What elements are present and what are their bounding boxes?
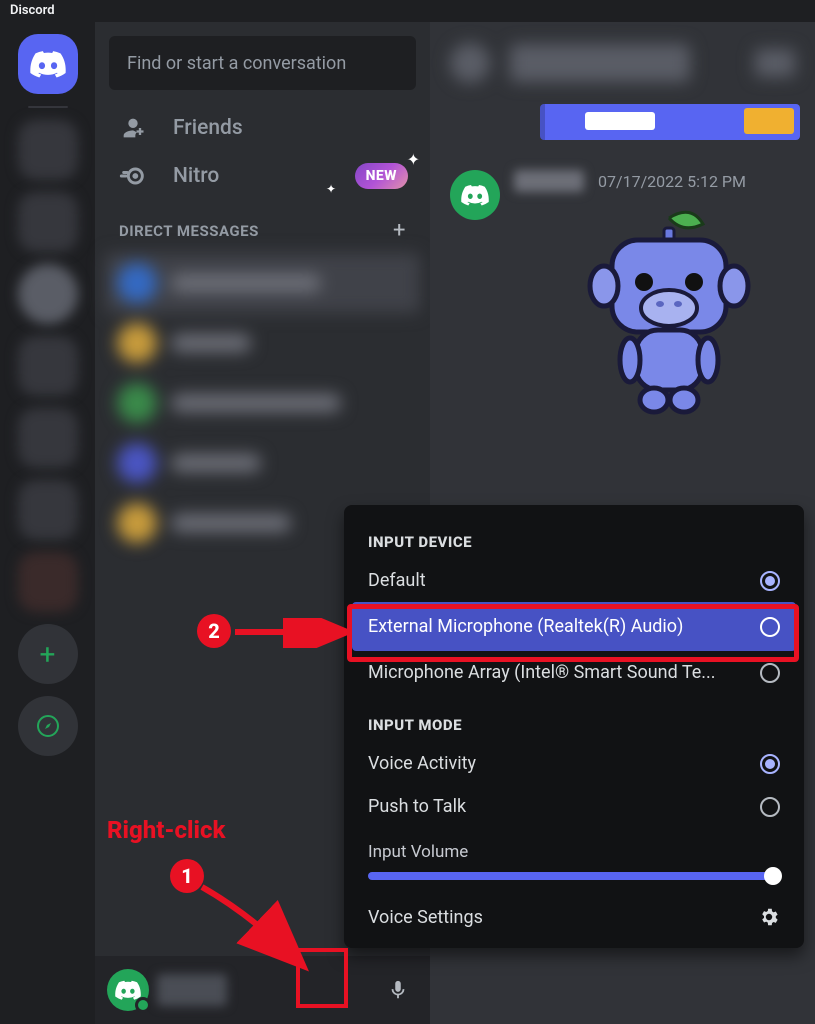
option-label: Voice Activity [368, 753, 476, 774]
search-placeholder: Find or start a conversation [127, 53, 346, 74]
add-server-button[interactable]: + [18, 624, 78, 684]
input-mode-voice-activity[interactable]: Voice Activity [344, 742, 804, 785]
discord-logo-icon [461, 184, 489, 206]
search-input[interactable]: Find or start a conversation [109, 36, 416, 90]
friends-label: Friends [173, 116, 243, 140]
message-username[interactable] [514, 170, 584, 192]
main-header [430, 22, 815, 104]
dm-item[interactable] [105, 253, 420, 313]
voice-settings-item[interactable]: Voice Settings [344, 894, 804, 932]
dm-header: DIRECT MESSAGES + [95, 200, 430, 253]
input-volume-label: Input Volume [344, 828, 804, 868]
nitro-nav[interactable]: Nitro NEW ✦ ✦ [95, 152, 430, 200]
message-row: 07/17/2022 5:12 PM [450, 170, 795, 424]
discord-logo-icon [30, 50, 66, 78]
discord-logo-icon [115, 980, 141, 1000]
dm-item[interactable] [105, 313, 420, 373]
annotation-arrow-2 [231, 618, 351, 648]
gear-icon [758, 906, 780, 928]
server-item[interactable] [18, 264, 78, 324]
dm-header-label: DIRECT MESSAGES [119, 222, 259, 240]
sparkle-icon: ✦ [407, 150, 420, 169]
friends-icon [115, 114, 151, 142]
dm-item[interactable] [105, 433, 420, 493]
option-label: Push to Talk [368, 796, 466, 817]
option-label: Microphone Array (Intel® Smart Sound Te.… [368, 662, 715, 683]
message-avatar[interactable] [450, 170, 500, 220]
message-attachment[interactable] [574, 210, 764, 424]
input-device-option-default[interactable]: Default [344, 559, 804, 602]
radio-icon [760, 754, 780, 774]
voice-settings-label: Voice Settings [368, 907, 483, 928]
radio-icon [760, 797, 780, 817]
input-device-option-array[interactable]: Microphone Array (Intel® Smart Sound Te.… [344, 651, 804, 694]
server-item[interactable] [18, 336, 78, 396]
server-item[interactable] [18, 120, 78, 180]
server-rail: + [0, 22, 95, 1024]
input-mode-push-to-talk[interactable]: Push to Talk [344, 785, 804, 828]
annotation-marker-2: 2 [197, 614, 231, 648]
friends-nav[interactable]: Friends [95, 104, 430, 152]
status-indicator [135, 997, 151, 1013]
input-volume-slider[interactable] [344, 868, 804, 894]
user-avatar[interactable] [107, 969, 149, 1011]
explore-button[interactable] [18, 696, 78, 756]
nitro-label: Nitro [173, 164, 219, 188]
radio-icon [760, 571, 780, 591]
option-label: Default [368, 570, 426, 591]
server-item[interactable] [18, 480, 78, 540]
nitro-icon [115, 162, 151, 190]
home-button[interactable] [18, 34, 78, 94]
compass-icon [36, 714, 60, 738]
dm-item[interactable] [105, 373, 420, 433]
annotation-arrow-1 [188, 873, 328, 983]
option-label: External Microphone (Realtek(R) Audio) [368, 616, 683, 637]
voice-context-menu: INPUT DEVICE Default External Microphone… [344, 505, 804, 948]
server-divider [28, 106, 68, 108]
input-device-option-external[interactable]: External Microphone (Realtek(R) Audio) [352, 602, 796, 651]
input-mode-header: INPUT MODE [344, 708, 804, 742]
radio-icon [760, 663, 780, 683]
app-name: Discord [10, 3, 55, 18]
sparkle-icon: ✦ [326, 182, 336, 196]
server-item[interactable] [18, 192, 78, 252]
titlebar: Discord [0, 0, 815, 22]
mute-mic-button[interactable] [378, 970, 418, 1010]
input-device-header: INPUT DEVICE [344, 525, 804, 559]
microphone-icon [387, 979, 409, 1001]
server-item[interactable] [18, 408, 78, 468]
radio-icon [760, 617, 780, 637]
server-item[interactable] [18, 552, 78, 612]
create-dm-button[interactable]: + [393, 218, 406, 243]
new-badge: NEW [355, 163, 408, 189]
message-embed[interactable] [540, 104, 800, 140]
message-timestamp: 07/17/2022 5:12 PM [598, 172, 746, 191]
annotation-right-click-text: Right-click [107, 816, 225, 844]
